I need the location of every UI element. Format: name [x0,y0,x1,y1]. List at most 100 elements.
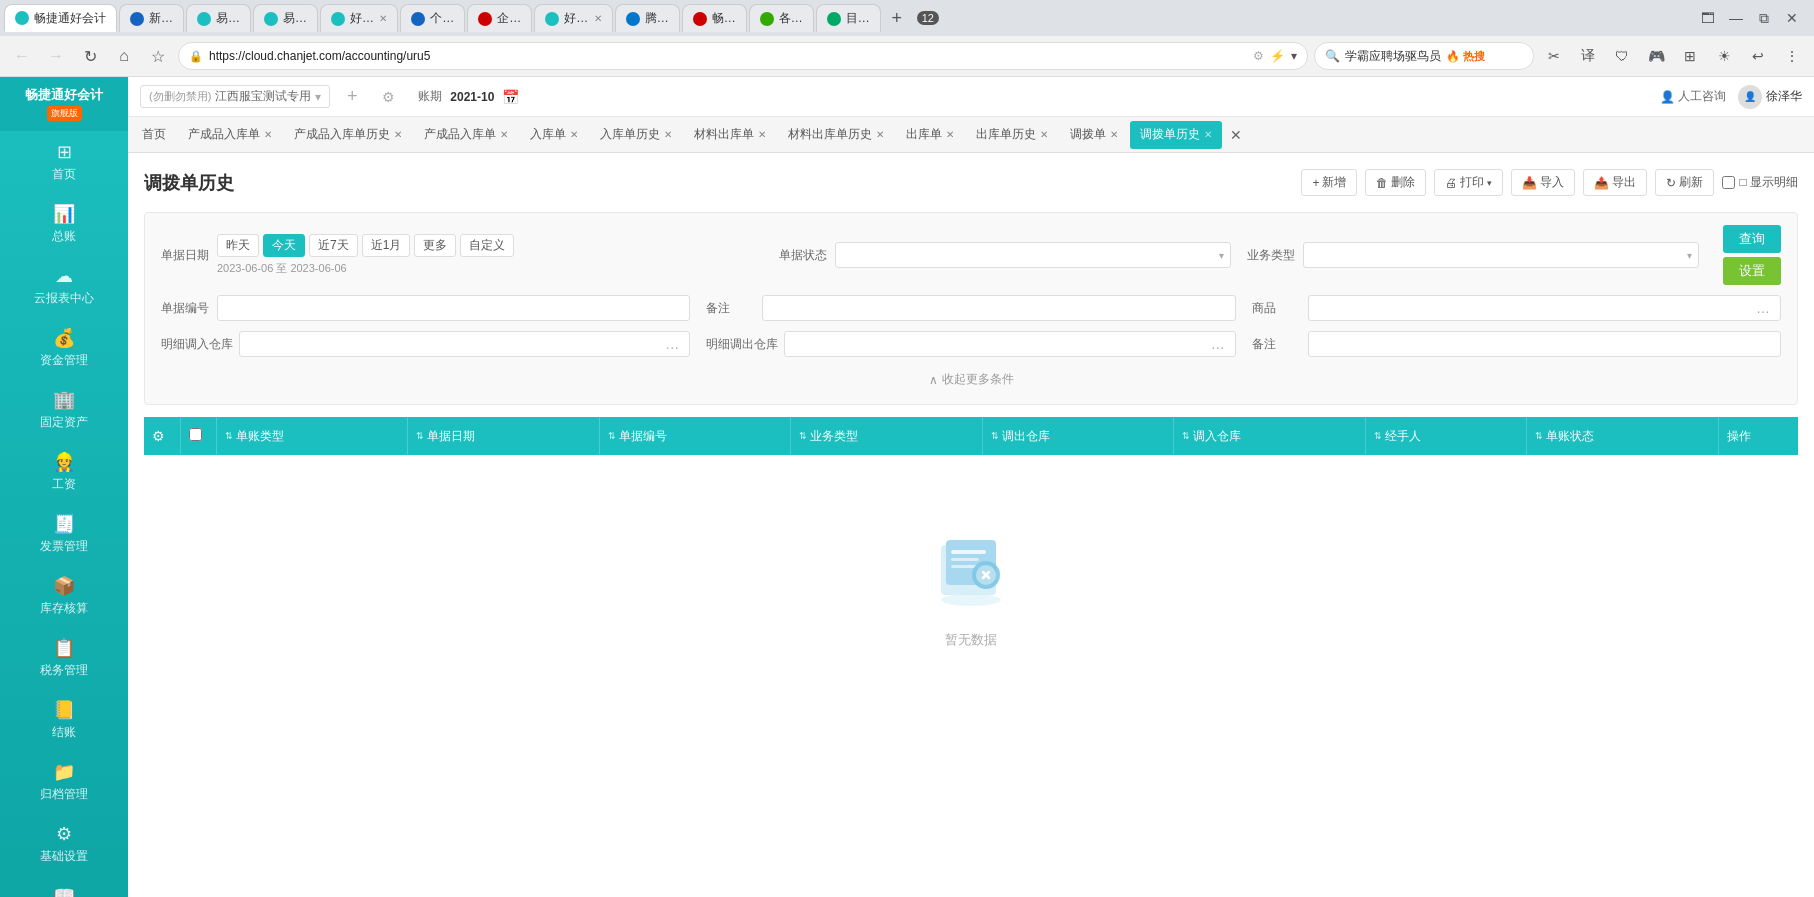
page-tab-home[interactable]: 首页 [132,121,176,149]
delete-btn[interactable]: 🗑 删除 [1365,169,1426,196]
refresh-btn[interactable]: ↻ 刷新 [1655,169,1714,196]
browser-tab-11[interactable]: 各… [749,4,814,32]
th-in-wh[interactable]: ⇅ 调入仓库 [1174,417,1366,455]
service-btn[interactable]: 👤 人工咨询 [1660,88,1726,105]
date-btn-more[interactable]: 更多 [414,234,456,257]
topbar-settings-btn[interactable]: ⚙ [374,83,402,111]
tab-close-outbound[interactable]: ✕ [946,129,954,140]
page-tab-outbound[interactable]: 出库单 ✕ [896,121,964,149]
browser-tab-9[interactable]: 腾… [615,4,680,32]
forward-button[interactable]: → [42,42,70,70]
sidebar-item-invoice[interactable]: 🧾 发票管理 [0,503,128,565]
page-tab-inbound[interactable]: 产成品入库单 ✕ [178,121,282,149]
search-bar[interactable]: 🔍 学霸应聘场驱鸟员 🔥 热搜 [1314,42,1534,70]
date-btn-today[interactable]: 今天 [263,234,305,257]
page-tab-transfer-hist[interactable]: 调拨单历史 ✕ [1130,121,1222,149]
tab-close-material-out[interactable]: ✕ [758,129,766,140]
th-out-wh[interactable]: ⇅ 调出仓库 [982,417,1174,455]
page-tab-inbound-hist[interactable]: 产成品入库单历史 ✕ [284,121,412,149]
grid-icon[interactable]: ⊞ [1676,42,1704,70]
browser-tab-6[interactable]: 个… [400,4,465,32]
tab-close-receipt-hist[interactable]: ✕ [664,129,672,140]
home-button[interactable]: ⌂ [110,42,138,70]
reload-button[interactable]: ↻ [76,42,104,70]
status-select[interactable]: ▾ [835,242,1231,268]
minimize-window-btn[interactable]: — [1726,8,1746,28]
page-tab-inbound2[interactable]: 产成品入库单 ✕ [414,121,518,149]
browser-tab-4[interactable]: 易… [253,4,318,32]
tab-close-transfer-hist[interactable]: ✕ [1204,129,1212,140]
tab-close-receipt[interactable]: ✕ [570,129,578,140]
browser-tab-10[interactable]: 畅… [682,4,747,32]
th-doc-no[interactable]: ⇅ 单据编号 [599,417,791,455]
export-btn[interactable]: 📤 导出 [1583,169,1647,196]
tab-close-inbound-hist[interactable]: ✕ [394,129,402,140]
close-all-tabs-btn[interactable]: ✕ [1224,123,1248,147]
sidebar-item-inventory[interactable]: 📦 库存核算 [0,565,128,627]
back-button[interactable]: ← [8,42,36,70]
page-tab-outbound-hist[interactable]: 出库单历史 ✕ [966,121,1058,149]
detail-in-dots[interactable]: … [661,336,683,352]
browser-tab-3[interactable]: 易… [186,4,251,32]
query-btn[interactable]: 查询 [1723,225,1781,253]
collapse-btn[interactable]: ∧ 收起更多条件 [929,367,1014,392]
goods-dots[interactable]: … [1752,300,1774,316]
sidebar-item-ledger[interactable]: 📊 总账 [0,193,128,255]
page-tab-receipt[interactable]: 入库单 ✕ [520,121,588,149]
th-biz-type[interactable]: ⇅ 业务类型 [791,417,983,455]
sidebar-item-fund[interactable]: 💰 资金管理 [0,317,128,379]
date-btn-yesterday[interactable]: 昨天 [217,234,259,257]
page-tab-receipt-hist[interactable]: 入库单历史 ✕ [590,121,682,149]
topbar-add-btn[interactable]: + [338,83,366,111]
print-btn[interactable]: 🖨 打印 ▾ [1434,169,1503,196]
scissors-icon[interactable]: ✂ [1540,42,1568,70]
display-toggle[interactable]: □ 显示明细 [1722,174,1798,191]
th-handler[interactable]: ⇅ 经手人 [1365,417,1526,455]
browser-tab-8[interactable]: 好… ✕ [534,4,612,32]
restore2-window-btn[interactable]: ⧉ [1754,8,1774,28]
th-checkbox[interactable] [180,417,216,455]
sidebar-item-cloud-report[interactable]: ☁ 云报表中心 [0,255,128,317]
close-window-btn[interactable]: ✕ [1782,8,1802,28]
browser-tab-12[interactable]: 目… [816,4,881,32]
th-doc-date[interactable]: ⇅ 单据日期 [408,417,600,455]
th-gear[interactable]: ⚙ [144,417,180,455]
select-all-checkbox[interactable] [189,428,202,441]
page-tab-material-out-hist[interactable]: 材料出库单历史 ✕ [778,121,894,149]
game-icon[interactable]: 🎮 [1642,42,1670,70]
url-bar[interactable]: 🔒 https://cloud.chanjet.com/accounting/u… [178,42,1308,70]
menu-icon[interactable]: ⋮ [1778,42,1806,70]
setting-btn[interactable]: 设置 [1723,257,1781,285]
date-btn-1month[interactable]: 近1月 [362,234,411,257]
tab-close-inbound[interactable]: ✕ [264,129,272,140]
page-tab-transfer[interactable]: 调拨单 ✕ [1060,121,1128,149]
bookmark-button[interactable]: ☆ [144,42,172,70]
new-btn[interactable]: + 新增 [1301,169,1357,196]
company-selector[interactable]: (勿删勿禁用) 江西服宝测试专用 ▾ [140,85,330,108]
import-btn[interactable]: 📥 导入 [1511,169,1575,196]
page-tab-material-out[interactable]: 材料出库单 ✕ [684,121,776,149]
sidebar-item-tax[interactable]: 📋 税务管理 [0,627,128,689]
tab-close-transfer[interactable]: ✕ [1110,129,1118,140]
remark-input[interactable] [762,295,1235,321]
sidebar-item-guide[interactable]: 📖 新手引导 [0,875,128,897]
undo-icon[interactable]: ↩ [1744,42,1772,70]
tab-close-outbound-hist[interactable]: ✕ [1040,129,1048,140]
docno-input[interactable] [217,295,690,321]
date-btn-custom[interactable]: 自定义 [460,234,514,257]
translate-icon[interactable]: 译 [1574,42,1602,70]
sidebar-item-payroll[interactable]: 👷 工资 [0,441,128,503]
new-tab-button[interactable]: + [883,4,911,32]
brightness-icon[interactable]: ☀ [1710,42,1738,70]
detail-remark-input[interactable] [1308,331,1781,357]
th-doc-status[interactable]: ⇅ 单账状态 [1526,417,1718,455]
tab-close-inbound2[interactable]: ✕ [500,129,508,140]
browser-tab-7[interactable]: 企… [467,4,532,32]
calendar-icon[interactable]: 📅 [502,89,519,105]
date-btn-7days[interactable]: 近7天 [309,234,358,257]
display-toggle-checkbox[interactable] [1722,176,1735,189]
sidebar-item-fixed-assets[interactable]: 🏢 固定资产 [0,379,128,441]
sidebar-item-home[interactable]: ⊞ 首页 [0,131,128,193]
active-browser-tab[interactable]: 畅捷通好会计 [4,4,117,32]
detail-out-dots[interactable]: … [1207,336,1229,352]
